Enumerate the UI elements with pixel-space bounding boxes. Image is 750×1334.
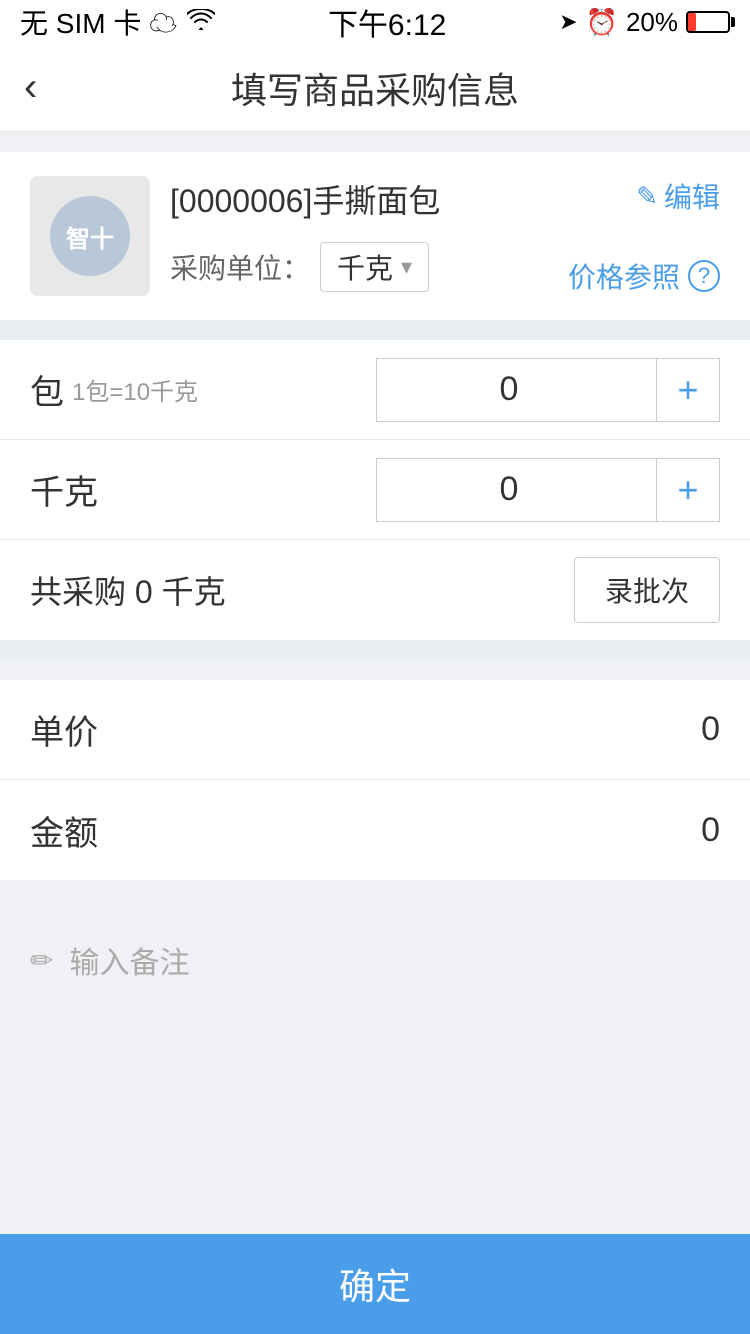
status-right: ➤ ⏰ 20% <box>559 7 730 38</box>
back-button[interactable]: ‹ <box>24 65 37 110</box>
price-section: 单价 0 金额 0 <box>0 680 750 880</box>
location-icon: ➤ <box>559 9 577 35</box>
section-divider-2 <box>0 640 750 660</box>
amount-label: 金额 <box>30 806 98 855</box>
product-logo: 智十 <box>50 196 130 276</box>
bag-input[interactable] <box>376 358 656 422</box>
wifi-icon <box>187 6 215 38</box>
battery-icon <box>686 11 730 33</box>
remark-placeholder: 输入备注 <box>69 938 189 982</box>
nav-bar: ‹ 填写商品采购信息 <box>0 44 750 132</box>
section-divider-1 <box>0 320 750 340</box>
kg-input-row: 千克 + <box>0 440 750 540</box>
unit-value: 千克 <box>337 247 393 287</box>
price-reference-button[interactable]: 价格参照 ? <box>568 256 720 296</box>
chevron-down-icon: ▾ <box>401 254 412 280</box>
amount-value: 0 <box>701 811 720 850</box>
logo-text: 智十 <box>66 219 114 254</box>
amount-row: 金额 0 <box>0 780 750 880</box>
bottom-spacer <box>0 1020 750 1220</box>
alarm-icon: ⏰ <box>586 7 618 38</box>
record-batch-button[interactable]: 录批次 <box>574 557 720 623</box>
status-bar: 无 SIM 卡 ☁ 下午6:12 ➤ ⏰ 20% <box>0 0 750 44</box>
pencil-icon: ✏ <box>30 944 53 977</box>
edit-label: 编辑 <box>664 176 720 216</box>
unit-price-row: 单价 0 <box>0 680 750 780</box>
confirm-button[interactable]: 确定 <box>0 1234 750 1334</box>
summary-row: 共采购 0 千克 录批次 <box>0 540 750 640</box>
kg-plus-button[interactable]: + <box>656 458 720 522</box>
battery-percent: 20% <box>626 7 678 38</box>
product-image: 智十 <box>30 176 150 296</box>
page-title: 填写商品采购信息 <box>231 62 519 114</box>
sim-label: 无 SIM 卡 ☁ <box>20 2 177 42</box>
status-left: 无 SIM 卡 ☁ <box>20 2 215 42</box>
question-icon: ? <box>688 260 720 292</box>
price-ref-label: 价格参照 <box>568 256 680 296</box>
remark-section[interactable]: ✏ 输入备注 <box>0 900 750 1020</box>
unit-price-value: 0 <box>701 710 720 749</box>
kg-label: 千克 <box>30 465 98 514</box>
unit-dropdown[interactable]: 千克 ▾ <box>320 242 429 292</box>
edit-button[interactable]: ✎ 编辑 <box>636 176 720 216</box>
input-section: 包 1包=10千克 + 千克 + <box>0 340 750 540</box>
bag-plus-button[interactable]: + <box>656 358 720 422</box>
edit-icon: ✎ <box>636 181 658 212</box>
bag-sublabel: 1包=10千克 <box>72 372 198 407</box>
kg-input[interactable] <box>376 458 656 522</box>
status-time: 下午6:12 <box>328 0 446 44</box>
bag-input-row: 包 1包=10千克 + <box>0 340 750 440</box>
total-purchase-text: 共采购 0 千克 <box>30 567 226 613</box>
bag-label: 包 <box>30 365 64 414</box>
unit-label: 采购单位： <box>170 247 310 287</box>
product-card: 智十 [0000006]手撕面包 采购单位： 千克 ▾ ✎ 编辑 价格参照 ? <box>0 152 750 320</box>
unit-price-label: 单价 <box>30 705 98 754</box>
